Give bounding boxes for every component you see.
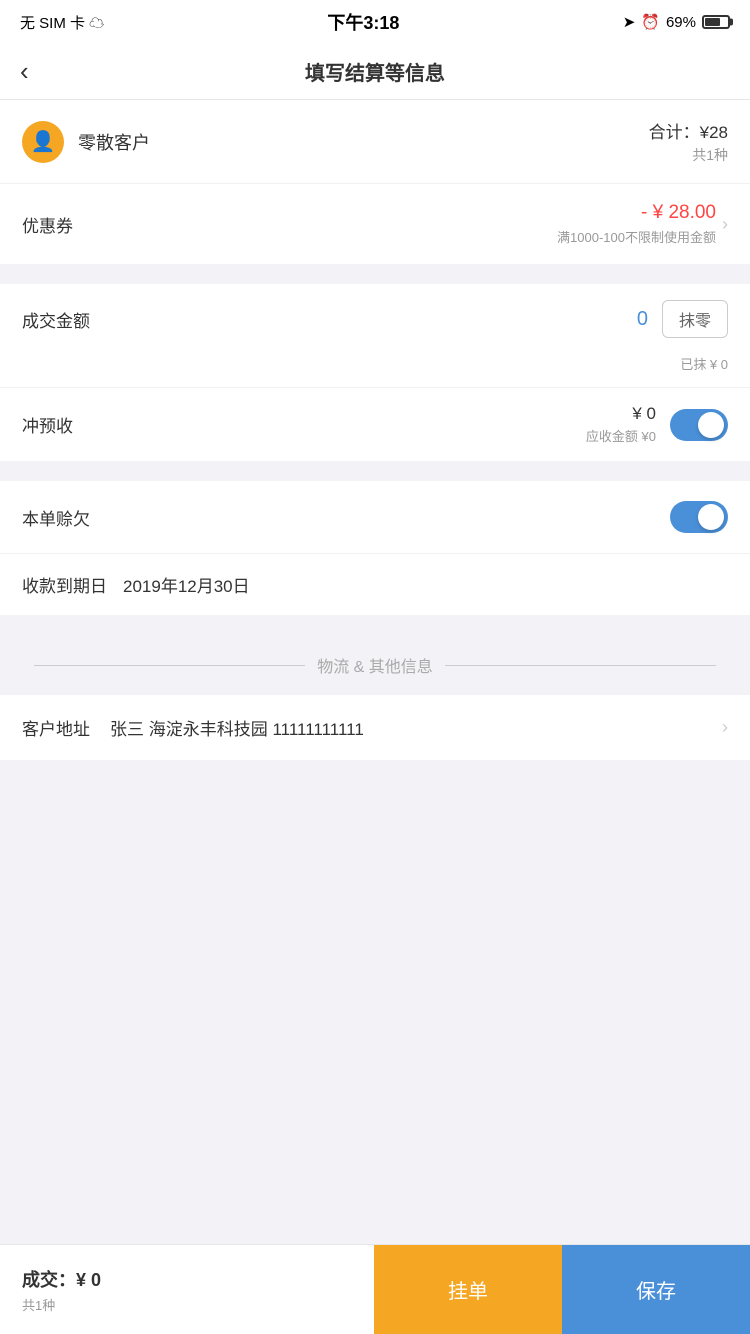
amount-sub: 已抹 ¥ 0 bbox=[0, 354, 750, 387]
coupon-desc: 满1000-100不限制使用金额 bbox=[557, 227, 716, 246]
status-time: 下午3:18 bbox=[327, 9, 399, 35]
bottom-deal-prefix: 成交： bbox=[22, 1270, 76, 1290]
prepay-row: 冲预收 ¥ 0 应收金额 ¥0 bbox=[0, 387, 750, 461]
prepay-amount: ¥ 0 bbox=[586, 404, 656, 424]
due-date-value: 2019年12月30日 bbox=[123, 572, 250, 597]
bottom-deal: 成交：¥ 0 bbox=[22, 1266, 352, 1292]
prepay-label: 冲预收 bbox=[22, 412, 73, 437]
logistics-section: 物流 & 其他信息 bbox=[0, 635, 750, 695]
save-button[interactable]: 保存 bbox=[562, 1245, 750, 1334]
customer-row: 👤 零散客户 合计：¥28 共1种 bbox=[0, 100, 750, 183]
due-date-row: 收款到期日 2019年12月30日 bbox=[0, 553, 750, 615]
amount-section: 成交金额 0 抹零 已抹 ¥ 0 冲预收 ¥ 0 应收金额 ¥0 bbox=[0, 284, 750, 461]
customer-name: 零散客户 bbox=[78, 129, 150, 155]
coupon-right: - ¥ 28.00 满1000-100不限制使用金额 › bbox=[557, 202, 728, 246]
section-divider-1 bbox=[0, 274, 750, 284]
chevron-right-icon: › bbox=[722, 214, 728, 235]
credit-label: 本单赊欠 bbox=[22, 505, 90, 530]
battery-label: 69% bbox=[666, 14, 696, 31]
bottom-bar: 成交：¥ 0 共1种 挂单 保存 bbox=[0, 1244, 750, 1334]
coupon-label: 优惠券 bbox=[22, 212, 73, 237]
section-divider-2 bbox=[0, 471, 750, 481]
amount-row: 成交金额 0 抹零 bbox=[0, 284, 750, 354]
customer-section: 👤 零散客户 合计：¥28 共1种 优惠券 - ¥ 28.00 满1000-10… bbox=[0, 100, 750, 264]
credit-row: 本单赊欠 bbox=[0, 481, 750, 553]
deal-amount-label: 成交金额 bbox=[22, 307, 90, 332]
customer-left: 👤 零散客户 bbox=[22, 121, 150, 163]
hold-button[interactable]: 挂单 bbox=[374, 1245, 562, 1334]
prepay-values: ¥ 0 应收金额 ¥0 bbox=[586, 404, 656, 445]
address-value: 张三 海淀永丰科技园 11111111111 bbox=[110, 715, 722, 740]
status-right: ➤ ⏰ 69% bbox=[623, 13, 730, 31]
customer-avatar: 👤 bbox=[22, 121, 64, 163]
status-left: 无 SIM 卡 ☁ bbox=[20, 12, 104, 33]
customer-right: 合计：¥28 共1种 bbox=[649, 118, 728, 165]
customer-total: 合计：¥28 bbox=[649, 118, 728, 143]
logistics-label: 物流 & 其他信息 bbox=[317, 653, 433, 677]
coupon-amount: - ¥ 28.00 bbox=[557, 202, 716, 224]
address-section: 客户地址 张三 海淀永丰科技园 11111111111 › bbox=[0, 695, 750, 760]
address-label: 客户地址 bbox=[22, 715, 102, 740]
customer-count: 共1种 bbox=[649, 145, 728, 165]
round-zero-button[interactable]: 抹零 bbox=[662, 300, 728, 338]
location-icon: ➤ bbox=[623, 13, 636, 31]
nav-bar: ‹ 填写结算等信息 bbox=[0, 44, 750, 100]
bottom-count: 共1种 bbox=[22, 1295, 352, 1314]
coupon-row[interactable]: 优惠券 - ¥ 28.00 满1000-100不限制使用金额 › bbox=[0, 183, 750, 264]
content: 👤 零散客户 合计：¥28 共1种 优惠券 - ¥ 28.00 满1000-10… bbox=[0, 100, 750, 860]
prepay-receivable: 应收金额 ¥0 bbox=[586, 426, 656, 445]
bottom-deal-value: ¥ 0 bbox=[76, 1270, 101, 1290]
logistics-divider: 物流 & 其他信息 bbox=[0, 635, 750, 695]
status-bar: 无 SIM 卡 ☁ 下午3:18 ➤ ⏰ 69% bbox=[0, 0, 750, 44]
alarm-icon: ⏰ bbox=[641, 13, 660, 31]
credit-toggle[interactable] bbox=[670, 501, 728, 533]
credit-toggle-knob bbox=[698, 504, 724, 530]
section-divider-3 bbox=[0, 625, 750, 635]
address-chevron-icon: › bbox=[722, 717, 728, 738]
address-row[interactable]: 客户地址 张三 海淀永丰科技园 11111111111 › bbox=[0, 695, 750, 760]
coupon-info: - ¥ 28.00 满1000-100不限制使用金额 bbox=[557, 202, 716, 246]
prepay-right: ¥ 0 应收金额 ¥0 bbox=[586, 404, 728, 445]
toggle-knob bbox=[698, 412, 724, 438]
due-date-label: 收款到期日 bbox=[22, 572, 107, 597]
credit-section: 本单赊欠 收款到期日 2019年12月30日 bbox=[0, 481, 750, 615]
amount-value: 0 bbox=[637, 308, 648, 331]
back-button[interactable]: ‹ bbox=[20, 56, 29, 87]
battery-icon bbox=[702, 15, 730, 29]
prepay-toggle[interactable] bbox=[670, 409, 728, 441]
bottom-info: 成交：¥ 0 共1种 bbox=[0, 1266, 374, 1314]
avatar-icon: 👤 bbox=[31, 129, 56, 154]
no-sim-label: 无 SIM 卡 ☁ bbox=[20, 12, 104, 33]
amount-right: 0 抹零 bbox=[637, 300, 728, 338]
page-title: 填写结算等信息 bbox=[305, 57, 445, 86]
